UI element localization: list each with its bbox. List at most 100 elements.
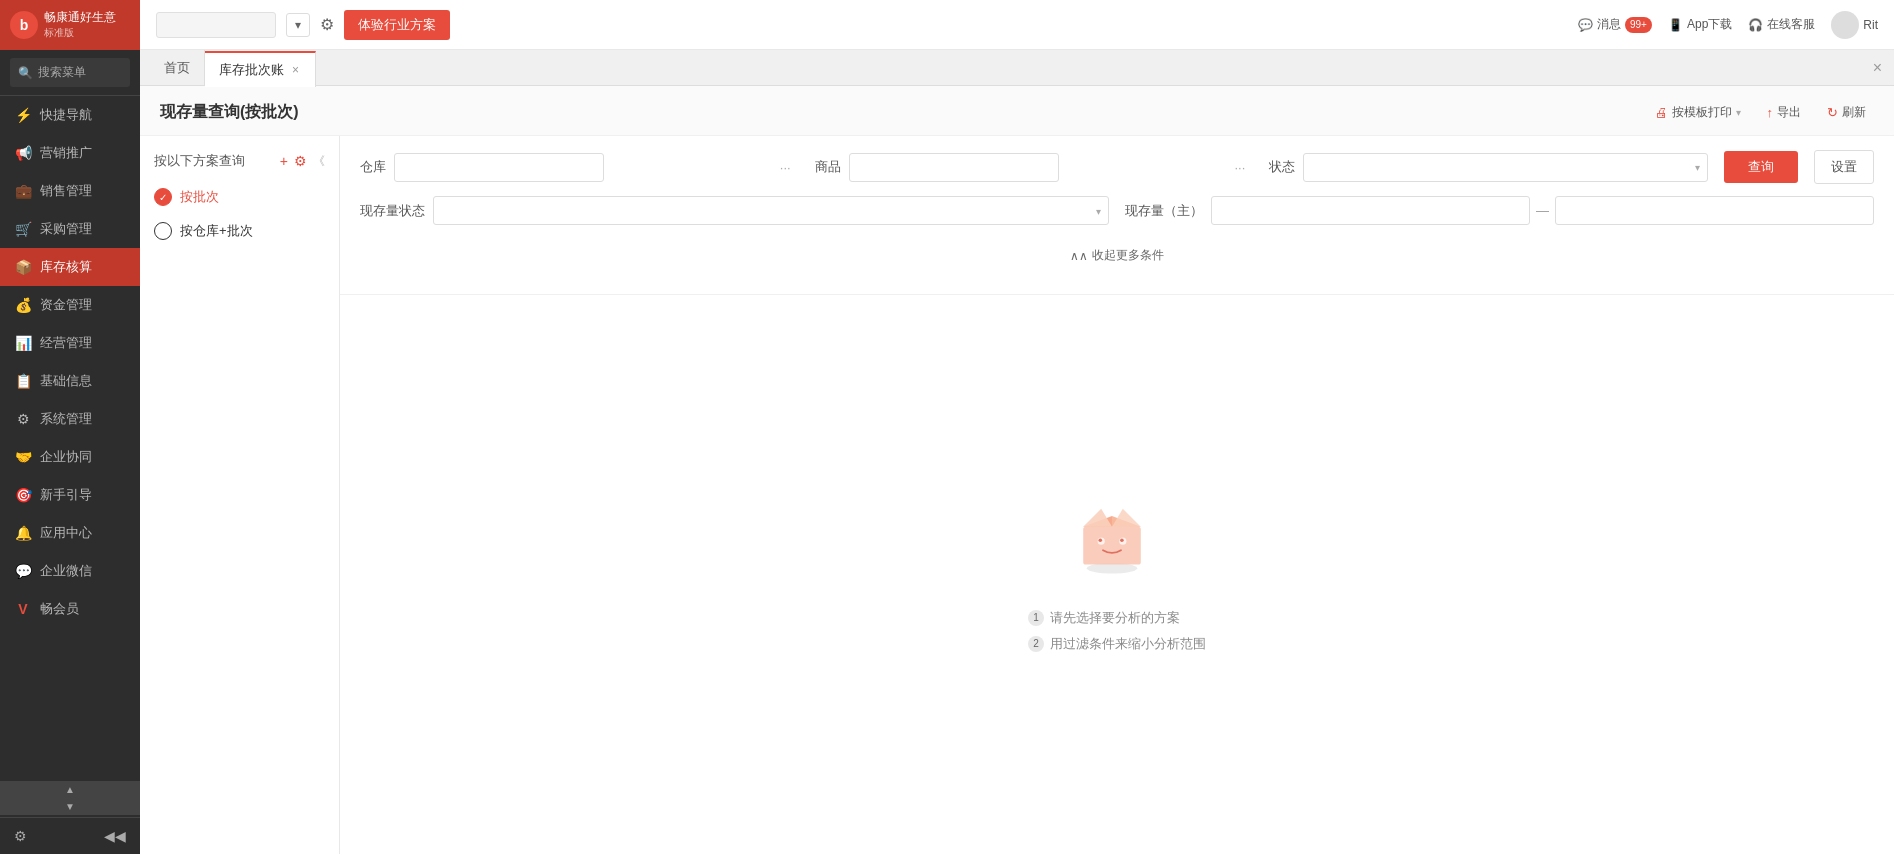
app-name: 畅康通好生意 <box>44 10 116 26</box>
empty-step-1: 1 请先选择要分析的方案 <box>1028 609 1206 627</box>
stock-status-select-wrapper: ▾ <box>433 196 1109 225</box>
headset-icon: 🎧 <box>1748 18 1763 32</box>
refresh-icon: ↻ <box>1827 105 1838 120</box>
sidebar-item-quick-nav[interactable]: ⚡ 快捷导航 <box>0 96 140 134</box>
tab-home[interactable]: 首页 <box>150 50 205 86</box>
product-more-icon: ··· <box>1235 160 1246 175</box>
user-avatar <box>1831 11 1859 39</box>
empty-state: 1 请先选择要分析的方案 2 用过滤条件来缩小分析范围 <box>340 295 1894 854</box>
sidebar-header: b 畅康通好生意 标准版 <box>0 0 140 50</box>
topbar-left: ▾ ⚙ 体验行业方案 <box>156 10 450 40</box>
export-icon: ↑ <box>1767 105 1774 120</box>
add-scheme-button[interactable]: + <box>280 153 288 170</box>
sidebar: b 畅康通好生意 标准版 🔍 搜索菜单 ⚡ 快捷导航 📢 营销推广 💼 销售管理… <box>0 0 140 854</box>
tab-close-button[interactable]: × <box>290 63 301 77</box>
inventory-icon: 📦 <box>14 258 32 276</box>
warehouse-input[interactable] <box>394 153 604 182</box>
refresh-button[interactable]: ↻ 刷新 <box>1819 100 1874 125</box>
stock-qty-label: 现存量（主） <box>1125 202 1203 220</box>
sidebar-item-enterprise-wechat[interactable]: 💬 企业微信 <box>0 552 140 590</box>
footer-collapse-icon[interactable]: ◀◀ <box>104 828 126 844</box>
status-label: 状态 <box>1269 158 1295 176</box>
system-icon: ⚙ <box>14 410 32 428</box>
base-icon: 📋 <box>14 372 32 390</box>
empty-illustration <box>1067 489 1167 589</box>
purchase-icon: 🛒 <box>14 220 32 238</box>
member-icon: V <box>14 600 32 618</box>
filter-left-panel: 按以下方案查询 + ⚙ 《 ✓ 按批次 按仓库+批次 <box>140 136 340 854</box>
sidebar-footer: ⚙ ◀◀ <box>0 817 140 854</box>
trial-button[interactable]: 体验行业方案 <box>344 10 450 40</box>
phone-icon: 📱 <box>1668 18 1683 32</box>
user-profile-button[interactable]: Rit <box>1831 11 1878 39</box>
topbar-dropdown-button[interactable]: ▾ <box>286 13 310 37</box>
product-label: 商品 <box>815 158 841 176</box>
sidebar-item-guide[interactable]: 🎯 新手引导 <box>0 476 140 514</box>
sidebar-item-purchase[interactable]: 🛒 采购管理 <box>0 210 140 248</box>
tab-inventory-batch[interactable]: 库存批次账 × <box>205 51 316 87</box>
svg-point-9 <box>1120 538 1124 542</box>
box-svg <box>1067 489 1157 579</box>
sidebar-item-system[interactable]: ⚙ 系统管理 <box>0 400 140 438</box>
sidebar-item-finance[interactable]: 💰 资金管理 <box>0 286 140 324</box>
scheme-settings-button[interactable]: ⚙ <box>294 153 307 170</box>
print-button[interactable]: 🖨 按模板打印 ▾ <box>1647 100 1749 125</box>
sidebar-item-base[interactable]: 📋 基础信息 <box>0 362 140 400</box>
message-icon: 💬 <box>1578 18 1593 32</box>
status-field: 状态 ▾ <box>1269 153 1708 182</box>
page-header: 现存量查询(按批次) 🖨 按模板打印 ▾ ↑ 导出 ↻ 刷新 <box>140 86 1894 136</box>
footer-settings-icon[interactable]: ⚙ <box>14 828 27 844</box>
scheme-option-by-batch[interactable]: ✓ 按批次 <box>140 180 339 214</box>
product-input[interactable] <box>849 153 1059 182</box>
settings-button[interactable]: 设置 <box>1814 150 1874 184</box>
collapse-panel-button[interactable]: 《 <box>313 153 325 170</box>
empty-instructions: 1 请先选择要分析的方案 2 用过滤条件来缩小分析范围 <box>1028 609 1206 661</box>
stock-qty-min-input[interactable] <box>1211 196 1530 225</box>
online-service-button[interactable]: 🎧 在线客服 <box>1748 16 1815 33</box>
sidebar-item-marketing[interactable]: 📢 营销推广 <box>0 134 140 172</box>
print-dropdown-icon: ▾ <box>1736 107 1741 118</box>
sidebar-item-enterprise[interactable]: 🤝 企业协同 <box>0 438 140 476</box>
page-content: 现存量查询(按批次) 🖨 按模板打印 ▾ ↑ 导出 ↻ 刷新 <box>140 86 1894 854</box>
search-menu-button[interactable]: 🔍 搜索菜单 <box>10 58 130 87</box>
scroll-down-button[interactable]: ▼ <box>0 798 140 815</box>
scheme-option-by-warehouse-batch[interactable]: 按仓库+批次 <box>140 214 339 248</box>
sidebar-item-operations[interactable]: 📊 经营管理 <box>0 324 140 362</box>
topbar-settings-button[interactable]: ⚙ <box>320 15 334 34</box>
app-logo: b <box>10 11 38 39</box>
sidebar-item-inventory[interactable]: 📦 库存核算 <box>0 248 140 286</box>
app-version: 标准版 <box>44 26 116 40</box>
product-field-wrapper: ··· <box>849 153 1254 182</box>
sidebar-nav: ⚡ 快捷导航 📢 营销推广 💼 销售管理 🛒 采购管理 📦 库存核算 💰 资金管… <box>0 96 140 779</box>
sidebar-item-app-center[interactable]: 🔔 应用中心 <box>0 514 140 552</box>
scheme-radio-by-batch: ✓ <box>154 188 172 206</box>
messages-button[interactable]: 💬 消息 99+ <box>1578 16 1652 33</box>
sidebar-item-member[interactable]: V 畅会员 <box>0 590 140 628</box>
scheme-radio-by-warehouse-batch <box>154 222 172 240</box>
topbar-right: 💬 消息 99+ 📱 App下载 🎧 在线客服 Rit <box>1578 11 1878 39</box>
enterprise-icon: 🤝 <box>14 448 32 466</box>
sidebar-item-sales[interactable]: 💼 销售管理 <box>0 172 140 210</box>
export-button[interactable]: ↑ 导出 <box>1759 100 1810 125</box>
filter-left-header: 按以下方案查询 + ⚙ 《 <box>140 146 339 180</box>
query-button[interactable]: 查询 <box>1724 151 1798 183</box>
svg-rect-1 <box>1083 526 1141 564</box>
tabs-close-all-button[interactable]: × <box>1873 59 1882 77</box>
collapse-more-button[interactable]: ∧∧ 收起更多条件 <box>1070 241 1164 270</box>
stock-qty-max-input[interactable] <box>1555 196 1874 225</box>
empty-step-2: 2 用过滤条件来缩小分析范围 <box>1028 635 1206 653</box>
step-number-1: 1 <box>1028 610 1044 626</box>
warehouse-label: 仓库 <box>360 158 386 176</box>
step-number-2: 2 <box>1028 636 1044 652</box>
filter-left-actions: + ⚙ 《 <box>280 153 325 170</box>
topbar-search-input[interactable] <box>156 12 276 38</box>
scroll-up-button[interactable]: ▲ <box>0 781 140 798</box>
quick-nav-icon: ⚡ <box>14 106 32 124</box>
status-select[interactable] <box>1303 153 1708 182</box>
warehouse-field-wrapper: ··· <box>394 153 799 182</box>
filter-body: 按以下方案查询 + ⚙ 《 ✓ 按批次 按仓库+批次 <box>140 136 1894 854</box>
app-download-button[interactable]: 📱 App下载 <box>1668 16 1732 33</box>
app-center-icon: 🔔 <box>14 524 32 542</box>
stock-status-select[interactable] <box>433 196 1109 225</box>
svg-point-8 <box>1099 538 1103 542</box>
